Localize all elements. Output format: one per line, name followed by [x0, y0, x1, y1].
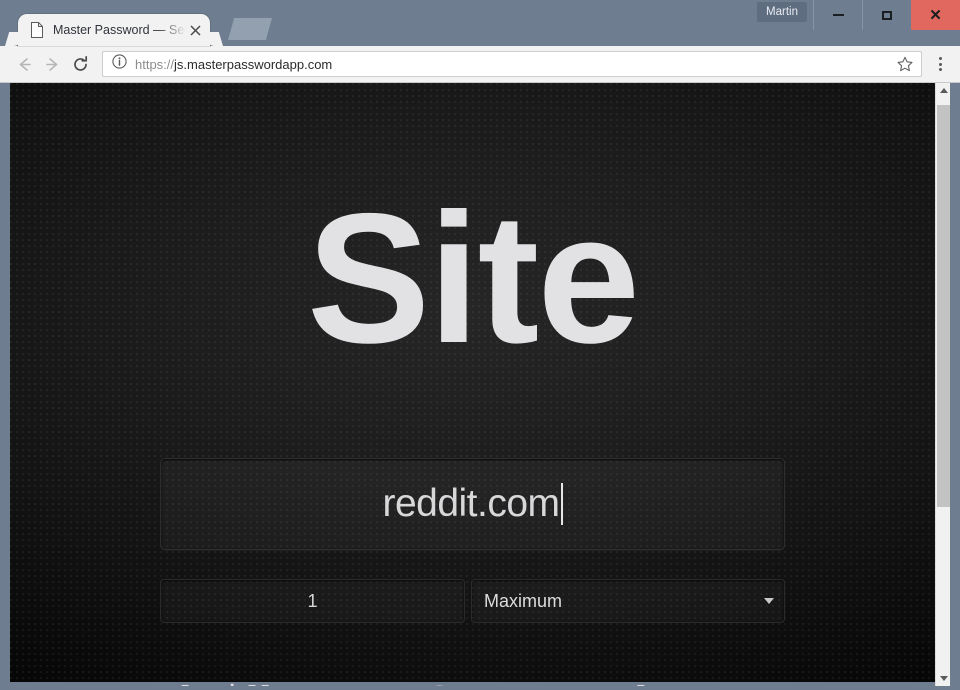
triangle-up-icon: [939, 88, 948, 93]
maximize-icon: [882, 10, 892, 20]
scroll-up-button[interactable]: [936, 83, 951, 98]
browser-tab[interactable]: Master Password — Secure: [18, 14, 210, 46]
new-tab-button[interactable]: [228, 18, 272, 40]
vertical-scrollbar[interactable]: [935, 83, 950, 686]
password-type-select[interactable]: Maximum: [471, 579, 785, 623]
site-info-icon[interactable]: [112, 54, 127, 74]
web-page: Site reddit.com 1 Maximum j4$ihGDz6@B2rY…: [10, 83, 935, 686]
reload-button[interactable]: [66, 50, 94, 78]
back-button[interactable]: [10, 50, 38, 78]
profile-chip[interactable]: Martin: [757, 2, 807, 22]
reload-icon: [73, 55, 87, 71]
address-bar[interactable]: https://js.masterpasswordapp.com: [102, 51, 922, 77]
text-caret: [560, 483, 563, 525]
scrollbar-thumb[interactable]: [937, 105, 950, 507]
browser-menu-button[interactable]: [928, 50, 952, 78]
page-favicon-icon: [30, 22, 44, 38]
menu-dot-icon: [938, 68, 942, 71]
site-name-input[interactable]: reddit.com: [160, 458, 785, 550]
arrow-left-icon: [19, 57, 31, 71]
tab-title: Master Password — Secure: [53, 23, 186, 37]
close-icon: ✕: [929, 6, 942, 24]
forward-button[interactable]: [38, 50, 66, 78]
tab-strip: Master Password — Secure: [0, 0, 272, 46]
menu-dot-icon: [938, 62, 942, 66]
window-controls: ✕: [813, 0, 960, 30]
counter-input[interactable]: 1: [160, 579, 465, 623]
site-name-value: reddit.com: [382, 482, 560, 525]
page-title: Site: [306, 176, 640, 382]
url-text: https://js.masterpasswordapp.com: [135, 57, 895, 72]
password-options-row: 1 Maximum: [160, 579, 785, 623]
close-button[interactable]: ✕: [911, 0, 960, 30]
chevron-down-icon: [764, 598, 774, 604]
minimize-button[interactable]: [813, 0, 862, 30]
menu-dot-icon: [938, 57, 942, 60]
tab-close-icon[interactable]: [186, 21, 204, 39]
window-frame-left: [0, 166, 10, 690]
minimize-icon: [832, 14, 844, 16]
url-scheme: https://: [135, 56, 175, 72]
scroll-down-button[interactable]: [936, 671, 951, 686]
title-bar: Master Password — Secure Martin ✕: [0, 0, 960, 46]
bookmark-star-icon[interactable]: [895, 54, 915, 74]
triangle-down-icon: [939, 676, 948, 681]
browser-toolbar: https://js.masterpasswordapp.com: [0, 46, 960, 83]
generated-password[interactable]: j4$ihGDz6@B2rYVshO3Q: [66, 675, 880, 686]
arrow-right-icon: [45, 57, 57, 71]
password-type-value: Maximum: [484, 590, 563, 611]
browser-window: Master Password — Secure Martin ✕: [0, 0, 960, 690]
maximize-button[interactable]: [862, 0, 911, 30]
content-area: Site reddit.com 1 Maximum j4$ihGDz6@B2rY…: [0, 83, 960, 690]
url-host: js.masterpasswordapp.com: [174, 56, 333, 72]
